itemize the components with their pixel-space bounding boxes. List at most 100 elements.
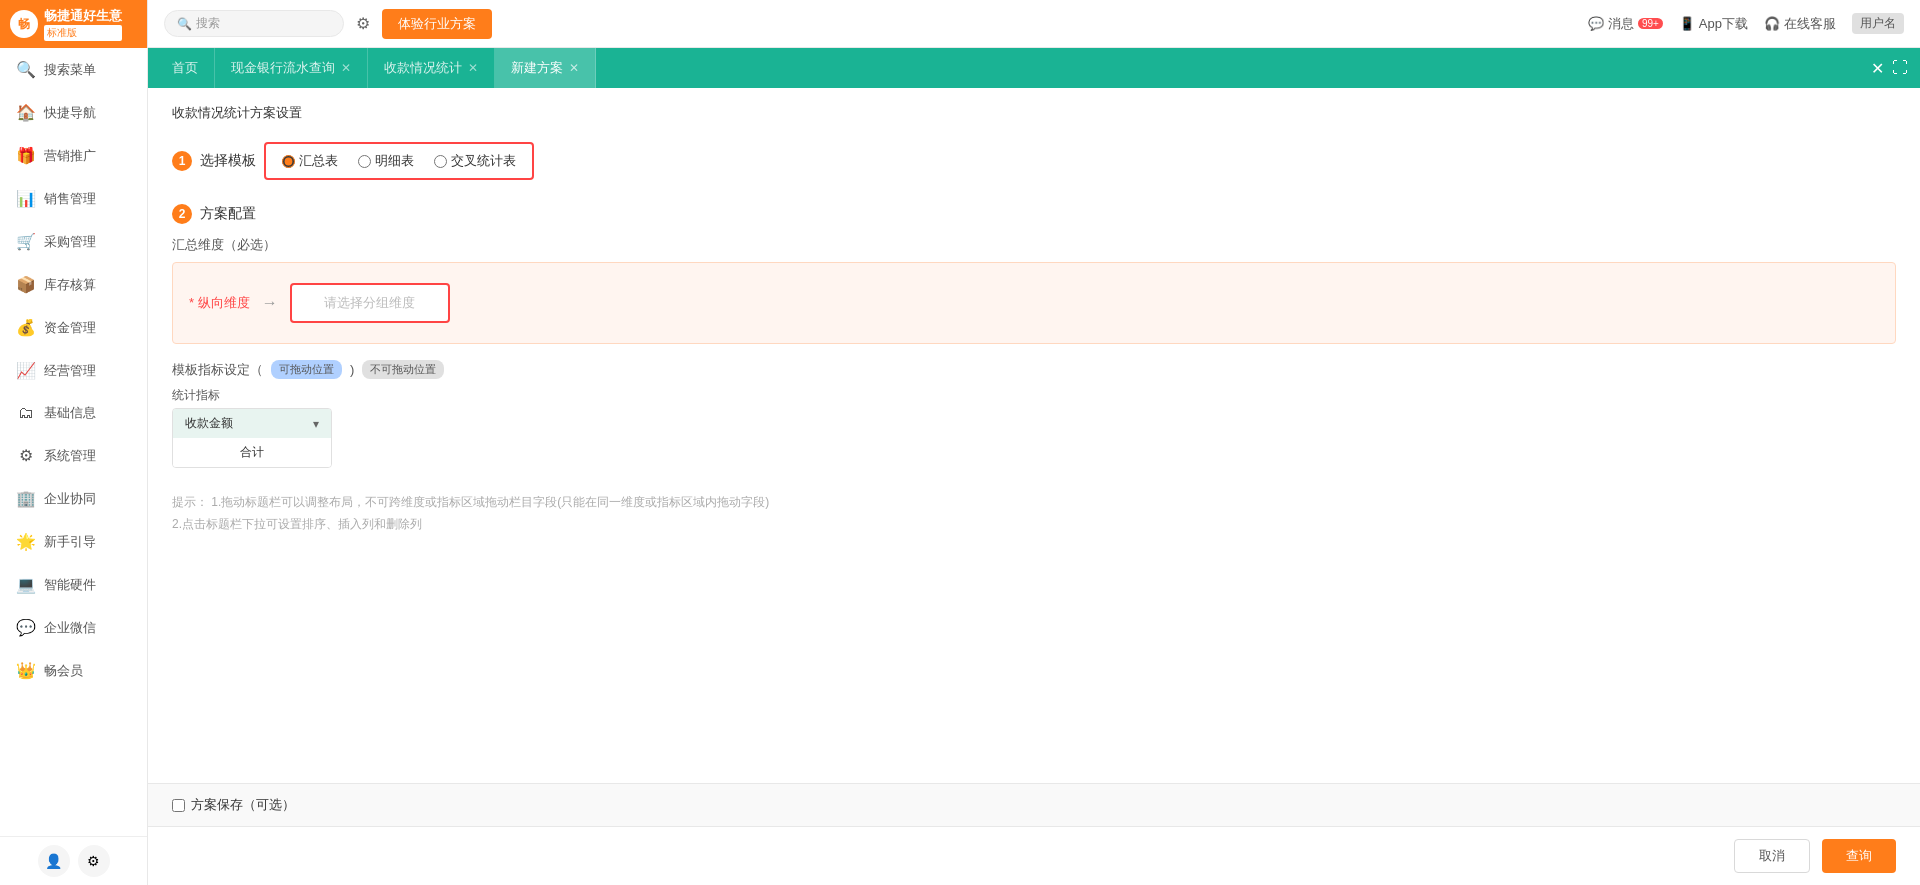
newbie-icon: 🌟 — [16, 532, 36, 551]
logo-badge: 标准版 — [44, 25, 122, 41]
indicator-settings-title: 模板指标设定（ — [172, 361, 263, 379]
dimension-label: * 纵向维度 — [189, 294, 250, 312]
user-name: 用户名 — [1860, 16, 1896, 30]
stat-table-container: 统计指标 收款金额 ▾ 合计 — [172, 387, 1896, 468]
sales-icon: 📊 — [16, 189, 36, 208]
sidebar-item-newbie[interactable]: 🌟 新手引导 — [0, 520, 147, 563]
radio-cross-input[interactable] — [434, 155, 447, 168]
sidebar-item-wechat[interactable]: 💬 企业微信 — [0, 606, 147, 649]
operations-icon: 📈 — [16, 361, 36, 380]
tab-bank-flow-label: 现金银行流水查询 — [231, 59, 335, 77]
dimension-arrow-icon: → — [262, 294, 278, 312]
radio-detail-input[interactable] — [358, 155, 371, 168]
app-download-icon: 📱 — [1679, 16, 1695, 31]
indicator-settings-title-suffix: ) — [350, 362, 354, 377]
sidebar-item-marketing[interactable]: 🎁 营销推广 — [0, 134, 147, 177]
app-download-label: App下载 — [1699, 15, 1748, 33]
dimension-subsection-title: 汇总维度（必选） — [172, 236, 1896, 254]
sidebar-item-search-menu[interactable]: 🔍 搜索菜单 — [0, 48, 147, 91]
sidebar-user-icon[interactable]: 👤 — [38, 845, 70, 877]
tab-collection-stat[interactable]: 收款情况统计 ✕ — [368, 48, 495, 88]
radio-summary-input[interactable] — [282, 155, 295, 168]
app-download-item[interactable]: 📱 App下载 — [1679, 15, 1748, 33]
marketing-icon: 🎁 — [16, 146, 36, 165]
radio-detail[interactable]: 明细表 — [358, 152, 414, 170]
logo-icon: 畅 — [10, 10, 38, 38]
sidebar-item-label: 企业微信 — [44, 619, 96, 637]
section-template: 1 选择模板 汇总表 明细表 — [172, 142, 1896, 180]
sidebar-item-label: 库存核算 — [44, 276, 96, 294]
dimension-row: * 纵向维度 → 请选择分组维度 — [189, 283, 1879, 323]
section1-number: 1 — [172, 151, 192, 171]
sidebar-item-finance[interactable]: 💰 资金管理 — [0, 306, 147, 349]
smart-hw-icon: 💻 — [16, 575, 36, 594]
quick-nav-icon: 🏠 — [16, 103, 36, 122]
sidebar-item-basic-info[interactable]: 🗂 基础信息 — [0, 392, 147, 434]
save-checkbox[interactable] — [172, 799, 185, 812]
footer-bar: 取消 查询 — [148, 826, 1920, 885]
template-selector: 汇总表 明细表 交叉统计表 — [264, 142, 534, 180]
sidebar-item-enterprise[interactable]: 🏢 企业协同 — [0, 477, 147, 520]
topbar-search[interactable]: 🔍 搜索 — [164, 10, 344, 37]
stat-dropdown-icon[interactable]: ▾ — [313, 417, 319, 431]
sidebar-item-system[interactable]: ⚙ 系统管理 — [0, 434, 147, 477]
tab-new-plan[interactable]: 新建方案 ✕ — [495, 48, 596, 88]
sidebar-item-purchase[interactable]: 🛒 采购管理 — [0, 220, 147, 263]
query-button[interactable]: 查询 — [1822, 839, 1896, 873]
stat-subtotal: 合计 — [173, 438, 331, 467]
stat-table: 收款金额 ▾ 合计 — [172, 408, 332, 468]
sidebar-item-operations[interactable]: 📈 经营管理 — [0, 349, 147, 392]
indicator-settings-header: 模板指标设定（ 可拖动位置 ) 不可拖动位置 — [172, 360, 1896, 379]
stat-header-label: 统计指标 — [172, 387, 1896, 404]
enterprise-icon: 🏢 — [16, 489, 36, 508]
sidebar-item-label: 企业协同 — [44, 490, 96, 508]
sidebar-item-label: 畅会员 — [44, 662, 83, 680]
sidebar-item-label: 经营管理 — [44, 362, 96, 380]
draggable-badge: 可拖动位置 — [271, 360, 342, 379]
tab-home[interactable]: 首页 — [156, 48, 215, 88]
system-icon: ⚙ — [16, 446, 36, 465]
trial-button[interactable]: 体验行业方案 — [382, 9, 492, 39]
tab-close-all-icon[interactable]: ✕ — [1871, 59, 1884, 78]
tab-new-plan-close-icon[interactable]: ✕ — [569, 61, 579, 75]
template-radio-group: 汇总表 明细表 交叉统计表 — [282, 152, 516, 170]
sidebar-item-inventory[interactable]: 📦 库存核算 — [0, 263, 147, 306]
sidebar-item-label: 营销推广 — [44, 147, 96, 165]
sidebar-item-member[interactable]: 👑 畅会员 — [0, 649, 147, 692]
topbar: 🔍 搜索 ⚙ 体验行业方案 💬 消息 99+ 📱 App下载 🎧 在线客服 用户… — [148, 0, 1920, 48]
sidebar-item-sales[interactable]: 📊 销售管理 — [0, 177, 147, 220]
user-avatar[interactable]: 用户名 — [1852, 13, 1904, 34]
content-area: 收款情况统计方案设置 1 选择模板 汇总表 — [148, 88, 1920, 885]
purchase-icon: 🛒 — [16, 232, 36, 251]
non-draggable-badge: 不可拖动位置 — [362, 360, 444, 379]
sidebar-item-label: 快捷导航 — [44, 104, 96, 122]
radio-cross-label: 交叉统计表 — [451, 152, 516, 170]
online-service-item[interactable]: 🎧 在线客服 — [1764, 15, 1836, 33]
section-template-header: 1 选择模板 汇总表 明细表 — [172, 142, 1896, 180]
tab-bank-flow-close-icon[interactable]: ✕ — [341, 61, 351, 75]
dimension-subsection: 汇总维度（必选） * 纵向维度 → 请选择分组维度 — [172, 236, 1896, 344]
wechat-icon: 💬 — [16, 618, 36, 637]
radio-summary-label: 汇总表 — [299, 152, 338, 170]
tab-bank-flow[interactable]: 现金银行流水查询 ✕ — [215, 48, 368, 88]
hint-area: 提示： 1.拖动标题栏可以调整布局，不可跨维度或指标区域拖动栏目字段(只能在同一… — [172, 492, 1896, 535]
sidebar-settings-icon[interactable]: ⚙ — [78, 845, 110, 877]
sidebar-item-smart-hw[interactable]: 💻 智能硬件 — [0, 563, 147, 606]
tabbar: 首页 现金银行流水查询 ✕ 收款情况统计 ✕ 新建方案 ✕ ✕ ⛶ — [148, 48, 1920, 88]
member-icon: 👑 — [16, 661, 36, 680]
dimension-selector[interactable]: 请选择分组维度 — [290, 283, 450, 323]
topbar-gear-icon[interactable]: ⚙ — [356, 14, 370, 33]
tab-fullscreen-icon[interactable]: ⛶ — [1892, 59, 1908, 77]
tab-collection-stat-close-icon[interactable]: ✕ — [468, 61, 478, 75]
cancel-button[interactable]: 取消 — [1734, 839, 1810, 873]
sidebar-item-label: 基础信息 — [44, 404, 96, 422]
radio-cross[interactable]: 交叉统计表 — [434, 152, 516, 170]
search-placeholder: 搜索 — [196, 15, 220, 32]
sidebar-item-quick-nav[interactable]: 🏠 快捷导航 — [0, 91, 147, 134]
notification-item[interactable]: 💬 消息 99+ — [1588, 15, 1663, 33]
notification-icon: 💬 — [1588, 16, 1604, 31]
search-menu-icon: 🔍 — [16, 60, 36, 79]
main-area: 🔍 搜索 ⚙ 体验行业方案 💬 消息 99+ 📱 App下载 🎧 在线客服 用户… — [148, 0, 1920, 885]
radio-summary[interactable]: 汇总表 — [282, 152, 338, 170]
basic-info-icon: 🗂 — [16, 404, 36, 422]
